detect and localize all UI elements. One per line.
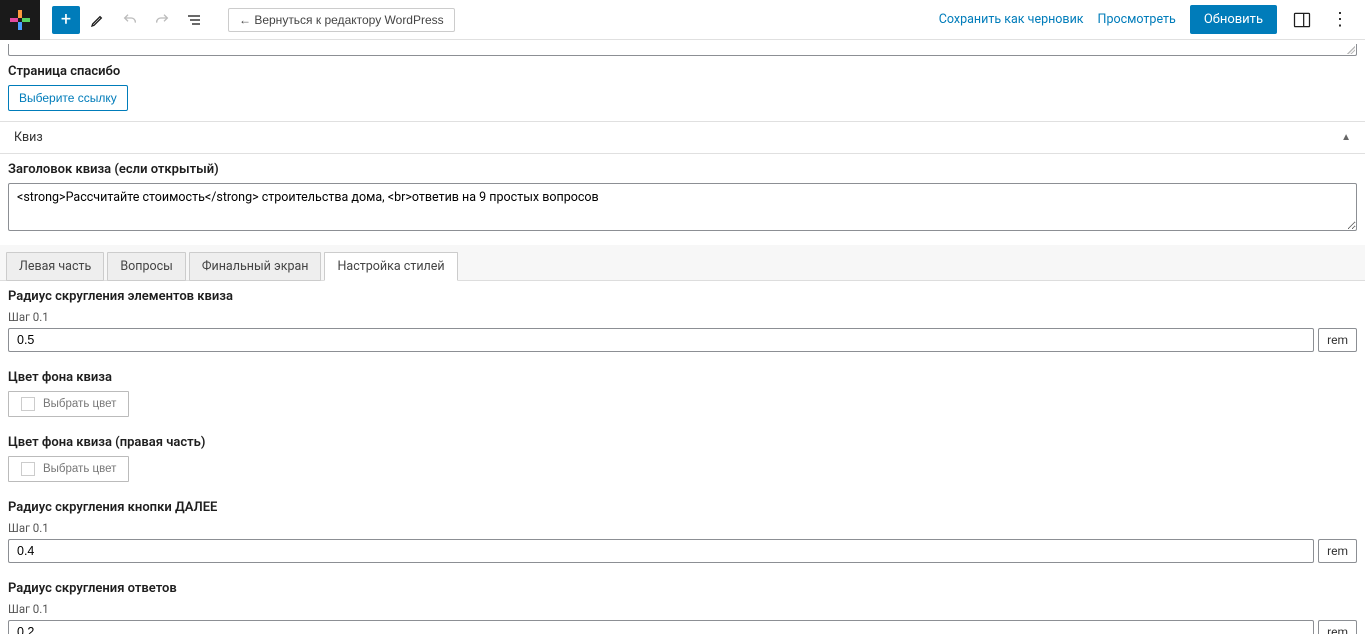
radius-next-step: Шаг 0.1 bbox=[8, 521, 1357, 535]
redo-icon[interactable] bbox=[148, 6, 176, 34]
topbar-actions: Сохранить как черновик Просмотреть Обнов… bbox=[939, 5, 1365, 34]
quiz-accordion-header[interactable]: Квиз ▲ bbox=[0, 121, 1365, 154]
tab-questions[interactable]: Вопросы bbox=[107, 252, 186, 281]
logo-icon bbox=[8, 8, 32, 32]
previous-field-partial[interactable] bbox=[8, 44, 1357, 56]
radius-next-unit: rem bbox=[1318, 539, 1357, 563]
wp-logo[interactable] bbox=[0, 0, 40, 40]
bg-quiz-section: Цвет фона квиза Выбрать цвет bbox=[0, 362, 1365, 427]
preview-link[interactable]: Просмотреть bbox=[1098, 12, 1176, 27]
editor-topbar: + ← Вернуться к редактору WordPress Сохр… bbox=[0, 0, 1365, 40]
bg-quiz-right-section: Цвет фона квиза (правая часть) Выбрать ц… bbox=[0, 427, 1365, 492]
radius-next-label: Радиус скругления кнопки ДАЛЕЕ bbox=[8, 500, 1357, 515]
radius-answers-section: Радиус скругления ответов Шаг 0.1 rem bbox=[0, 573, 1365, 634]
update-button[interactable]: Обновить bbox=[1190, 5, 1277, 34]
quiz-title-textarea[interactable] bbox=[8, 183, 1357, 231]
quiz-title-label: Заголовок квиза (если открытый) bbox=[8, 162, 1357, 177]
radius-elements-step: Шаг 0.1 bbox=[8, 310, 1357, 324]
radius-next-input[interactable] bbox=[8, 539, 1314, 563]
caret-up-icon: ▲ bbox=[1341, 132, 1351, 143]
color-swatch-icon bbox=[21, 397, 35, 411]
quiz-title-section: Заголовок квиза (если открытый) bbox=[0, 154, 1365, 245]
radius-next-section: Радиус скругления кнопки ДАЛЕЕ Шаг 0.1 r… bbox=[0, 492, 1365, 573]
quiz-tabs: Левая часть Вопросы Финальный экран Наст… bbox=[0, 245, 1365, 281]
select-link-button[interactable]: Выберите ссылку bbox=[8, 85, 128, 111]
radius-answers-input[interactable] bbox=[8, 620, 1314, 634]
undo-icon[interactable] bbox=[116, 6, 144, 34]
radius-answers-step: Шаг 0.1 bbox=[8, 602, 1357, 616]
bg-quiz-label: Цвет фона квиза bbox=[8, 370, 1357, 385]
radius-elements-section: Радиус скругления элементов квиза Шаг 0.… bbox=[0, 281, 1365, 362]
document-outline-icon[interactable] bbox=[180, 6, 208, 34]
thanks-page-section: Страница спасибо Выберите ссылку bbox=[0, 56, 1365, 121]
bg-quiz-right-color-button[interactable]: Выбрать цвет bbox=[8, 456, 129, 482]
save-draft-link[interactable]: Сохранить как черновик bbox=[939, 12, 1084, 27]
thanks-page-label: Страница спасибо bbox=[8, 64, 1357, 79]
bg-quiz-right-button-label: Выбрать цвет bbox=[43, 463, 116, 475]
color-swatch-icon bbox=[21, 462, 35, 476]
settings-panel-icon[interactable] bbox=[1291, 9, 1313, 31]
radius-elements-unit: rem bbox=[1318, 328, 1357, 352]
tab-final-screen[interactable]: Финальный экран bbox=[189, 252, 322, 281]
radius-answers-label: Радиус скругления ответов bbox=[8, 581, 1357, 596]
radius-elements-input[interactable] bbox=[8, 328, 1314, 352]
back-to-wordpress-button[interactable]: ← Вернуться к редактору WordPress bbox=[228, 8, 455, 32]
bg-quiz-button-label: Выбрать цвет bbox=[43, 398, 116, 410]
bg-quiz-right-label: Цвет фона квиза (правая часть) bbox=[8, 435, 1357, 450]
quiz-accordion-title: Квиз bbox=[14, 130, 43, 145]
bg-quiz-color-button[interactable]: Выбрать цвет bbox=[8, 391, 129, 417]
add-block-button[interactable]: + bbox=[52, 6, 80, 34]
radius-elements-label: Радиус скругления элементов квиза bbox=[8, 289, 1357, 304]
radius-answers-unit: rem bbox=[1318, 620, 1357, 634]
editor-content: Страница спасибо Выберите ссылку Квиз ▲ … bbox=[0, 40, 1365, 634]
tab-left-part[interactable]: Левая часть bbox=[6, 252, 104, 281]
edit-icon[interactable] bbox=[84, 6, 112, 34]
tab-styles[interactable]: Настройка стилей bbox=[324, 252, 457, 281]
more-options-icon[interactable]: ⋮ bbox=[1327, 9, 1353, 30]
